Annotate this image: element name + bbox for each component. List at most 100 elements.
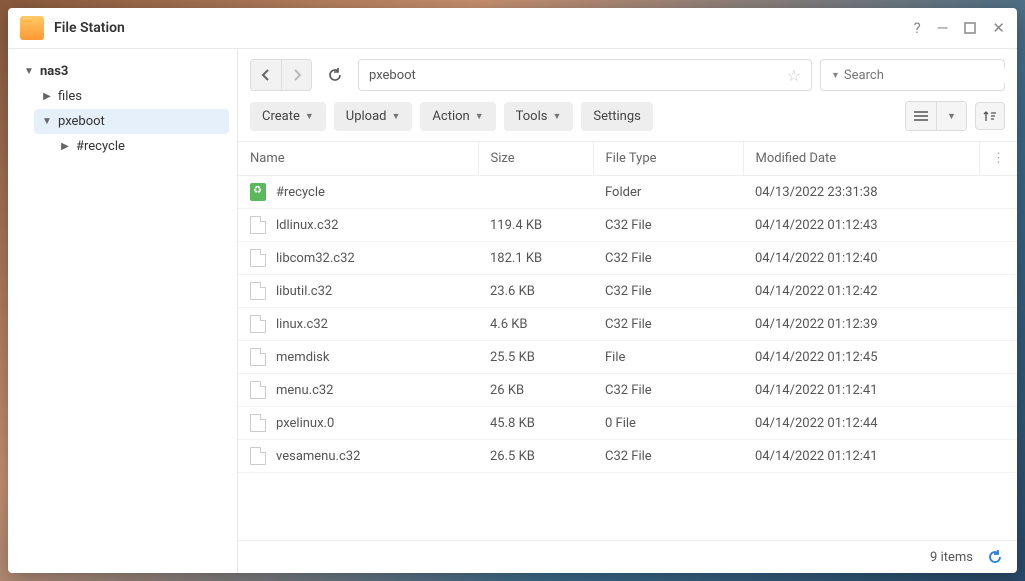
tools-button[interactable]: Tools▼ [504, 102, 574, 131]
file-icon [250, 282, 266, 300]
close-icon[interactable]: ✕ [992, 19, 1005, 37]
create-button[interactable]: Create▼ [250, 102, 326, 131]
file-icon [250, 249, 266, 267]
sidebar: ▼ nas3 ▶ files ▼ pxeboot ▶ #recycle [8, 49, 238, 573]
file-size [478, 176, 593, 209]
tree-item-recycle[interactable]: ▶ #recycle [52, 134, 229, 159]
file-name: pxelinux.0 [276, 416, 334, 431]
file-table: Name Size File Type Modified Date ⋮ #rec… [238, 141, 1017, 540]
minimize-icon[interactable]: — [937, 19, 949, 37]
folder-icon [250, 183, 266, 201]
file-icon [250, 414, 266, 432]
file-icon [250, 348, 266, 366]
tree-item-files[interactable]: ▶ files [34, 84, 229, 109]
refresh-icon[interactable] [987, 549, 1003, 565]
path-input[interactable] [369, 68, 787, 83]
tree-item-label: pxeboot [58, 114, 105, 129]
file-name: vesamenu.c32 [276, 449, 360, 464]
search-box[interactable]: ▼ [820, 59, 1005, 91]
chevron-down-icon[interactable]: ▼ [831, 70, 840, 81]
file-name: memdisk [276, 350, 330, 365]
settings-button[interactable]: Settings [581, 102, 652, 131]
file-size: 182.1 KB [478, 242, 593, 275]
table-row[interactable]: pxelinux.045.8 KB0 File04/14/2022 01:12:… [238, 407, 1017, 440]
table-row[interactable]: memdisk 25.5 KBFile04/14/2022 01:12:45 [238, 341, 1017, 374]
file-name: linux.c32 [276, 317, 328, 332]
table-row[interactable]: vesamenu.c3226.5 KBC32 File04/14/2022 01… [238, 440, 1017, 473]
table-row[interactable]: menu.c32 26 KBC32 File04/14/2022 01:12:41 [238, 374, 1017, 407]
column-modified[interactable]: Modified Date [743, 142, 980, 176]
file-icon [250, 447, 266, 465]
table-row[interactable]: linux.c32 4.6 KBC32 File04/14/2022 01:12:… [238, 308, 1017, 341]
file-icon [250, 381, 266, 399]
app-title: File Station [54, 20, 914, 36]
file-size: 25.5 KB [478, 341, 593, 374]
view-list-button[interactable] [906, 102, 936, 130]
file-type: Folder [593, 176, 743, 209]
refresh-button[interactable] [320, 60, 350, 90]
file-type: C32 File [593, 308, 743, 341]
chevron-down-icon: ▼ [392, 111, 401, 122]
maximize-icon[interactable] [964, 22, 976, 34]
action-button[interactable]: Action▼ [420, 102, 495, 131]
file-size: 26.5 KB [478, 440, 593, 473]
file-modified: 04/14/2022 01:12:39 [743, 308, 980, 341]
file-size: 26 KB [478, 374, 593, 407]
chevron-down-icon: ▼ [552, 111, 561, 122]
file-name: libutil.c32 [276, 284, 332, 299]
file-type: C32 File [593, 374, 743, 407]
file-modified: 04/14/2022 01:12:45 [743, 341, 980, 374]
view-dropdown-button[interactable]: ▼ [936, 102, 966, 130]
tree-root-label: nas3 [40, 64, 68, 79]
tree-root[interactable]: ▼ nas3 [16, 59, 229, 84]
file-size: 23.6 KB [478, 275, 593, 308]
chevron-right-icon[interactable]: ▶ [58, 141, 72, 152]
column-size[interactable]: Size [478, 142, 593, 176]
star-icon[interactable]: ☆ [787, 66, 801, 85]
column-type[interactable]: File Type [593, 142, 743, 176]
file-name: menu.c32 [276, 383, 333, 398]
search-input[interactable] [844, 68, 1010, 83]
chevron-down-icon: ▼ [305, 111, 314, 122]
table-row[interactable]: #recycle Folder04/13/2022 23:31:38 [238, 176, 1017, 209]
tree-item-label: #recycle [76, 139, 125, 154]
file-name: ldlinux.c32 [276, 218, 338, 233]
chevron-right-icon[interactable]: ▶ [40, 91, 54, 102]
help-icon[interactable]: ? [914, 19, 921, 37]
file-modified: 04/14/2022 01:12:41 [743, 374, 980, 407]
file-size: 4.6 KB [478, 308, 593, 341]
table-row[interactable]: libcom32.c32 182.1 KBC32 File04/14/2022 0… [238, 242, 1017, 275]
file-modified: 04/14/2022 01:12:40 [743, 242, 980, 275]
toolbar-actions: Create▼ Upload▼ Action▼ Tools▼ Settings … [238, 97, 1017, 141]
file-type: C32 File [593, 242, 743, 275]
forward-button[interactable] [281, 60, 311, 90]
table-row[interactable]: libutil.c32 23.6 KBC32 File04/14/2022 01:… [238, 275, 1017, 308]
file-modified: 04/14/2022 01:12:42 [743, 275, 980, 308]
column-name[interactable]: Name [238, 142, 478, 176]
chevron-down-icon[interactable]: ▼ [22, 66, 36, 77]
tree-item-pxeboot[interactable]: ▼ pxeboot [34, 109, 229, 134]
chevron-down-icon: ▼ [475, 111, 484, 122]
file-type: File [593, 341, 743, 374]
chevron-down-icon[interactable]: ▼ [40, 116, 54, 127]
status-bar: 9 items [238, 540, 1017, 573]
column-menu-icon[interactable]: ⋮ [980, 142, 1018, 176]
file-name: #recycle [276, 185, 325, 200]
table-header-row: Name Size File Type Modified Date ⋮ [238, 142, 1017, 176]
file-modified: 04/14/2022 01:12:41 [743, 440, 980, 473]
file-type: C32 File [593, 275, 743, 308]
path-box[interactable]: ☆ [358, 59, 812, 91]
file-size: 119.4 KB [478, 209, 593, 242]
file-modified: 04/14/2022 01:12:43 [743, 209, 980, 242]
file-icon [250, 315, 266, 333]
main-panel: ☆ ▼ Create▼ Upload▼ Action▼ Tools▼ Setti… [238, 49, 1017, 573]
file-size: 45.8 KB [478, 407, 593, 440]
file-name: libcom32.c32 [276, 251, 355, 266]
file-modified: 04/13/2022 23:31:38 [743, 176, 980, 209]
sort-button[interactable] [975, 102, 1005, 130]
table-row[interactable]: ldlinux.c32119.4 KBC32 File04/14/2022 01… [238, 209, 1017, 242]
upload-button[interactable]: Upload▼ [334, 102, 413, 131]
tree-item-label: files [58, 89, 82, 104]
back-button[interactable] [251, 60, 281, 90]
item-count: 9 items [930, 550, 973, 565]
